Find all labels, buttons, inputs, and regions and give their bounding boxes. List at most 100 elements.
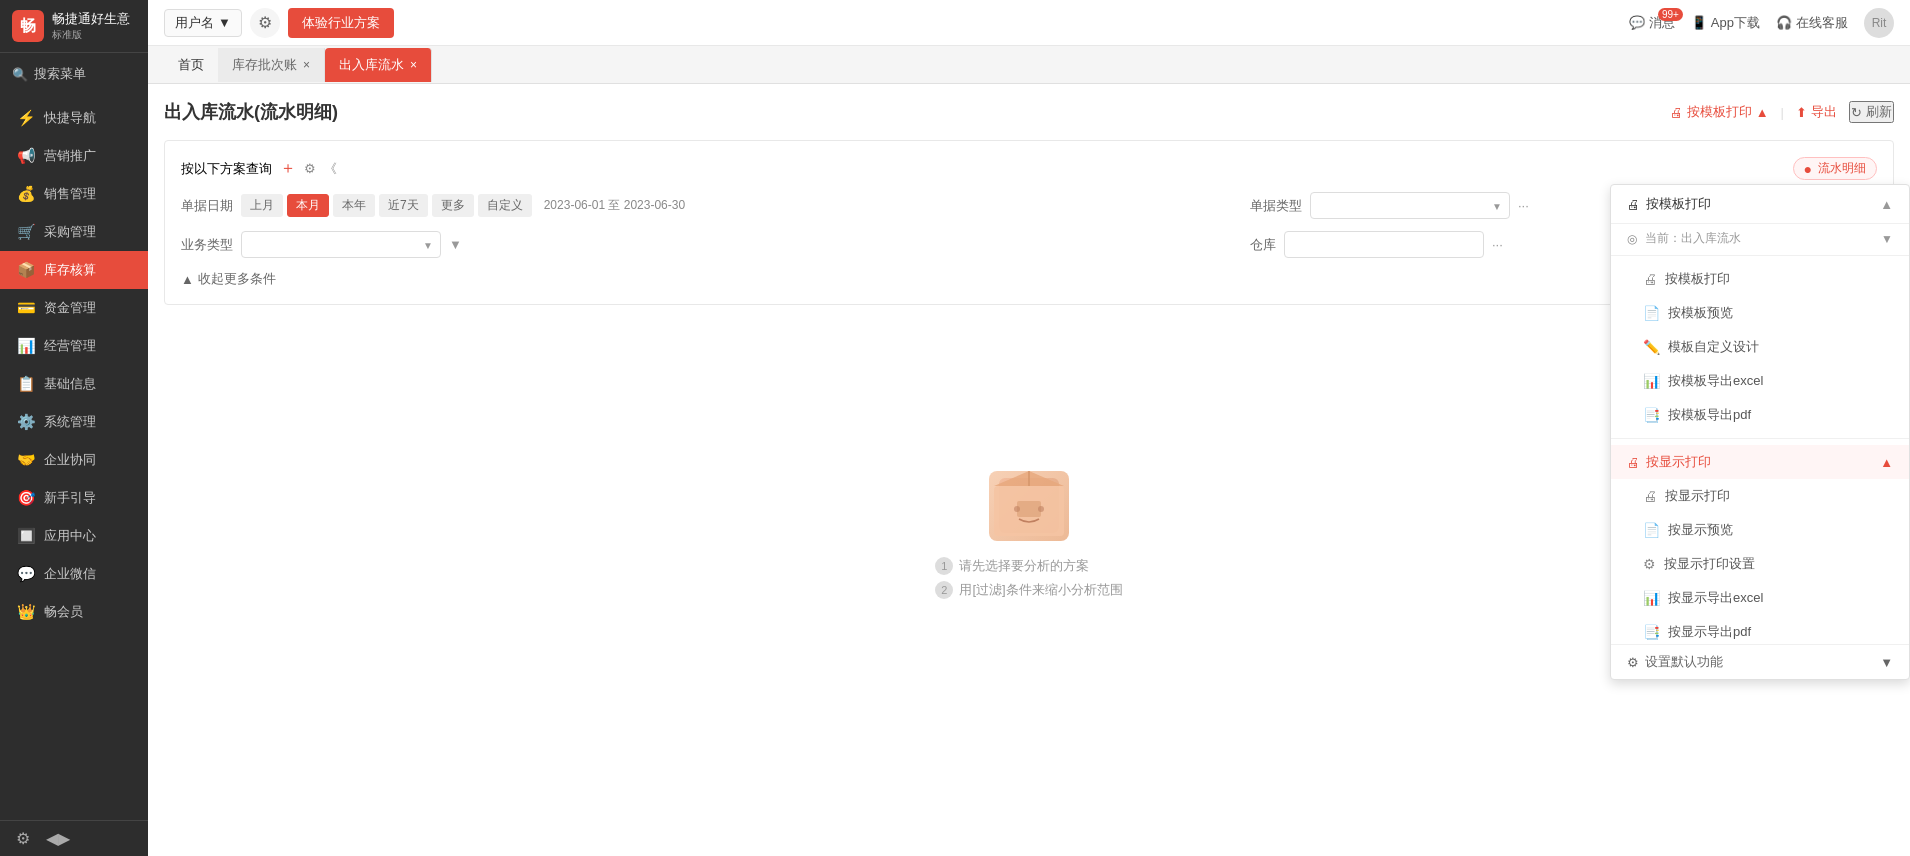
- sidebar-item-inventory[interactable]: 📦 库存核算: [0, 251, 148, 289]
- sidebar-item-quick-nav[interactable]: ⚡ 快捷导航: [0, 99, 148, 137]
- date-label: 单据日期: [181, 197, 233, 215]
- settings-gear-button[interactable]: ⚙: [250, 8, 280, 38]
- filter-tag[interactable]: ● 流水明细: [1793, 157, 1877, 180]
- dropdown-item-display-preview[interactable]: 📄 按显示预览: [1611, 513, 1909, 547]
- settings-bottom-icon[interactable]: ⚙: [16, 829, 30, 848]
- refresh-icon: ↻: [1851, 105, 1862, 120]
- tab-batch-close[interactable]: ×: [303, 58, 310, 72]
- sidebar-bottom: ⚙ ◀▶: [0, 820, 148, 856]
- display-settings-icon: ⚙: [1643, 556, 1656, 572]
- date-last-7days[interactable]: 近7天: [379, 194, 428, 217]
- dropdown-item-template-export-pdf[interactable]: 📑 按模板导出pdf: [1611, 398, 1909, 432]
- sidebar-item-purchase[interactable]: 🛒 采购管理: [0, 213, 148, 251]
- sales-icon: 💰: [16, 185, 36, 203]
- filter-tag-circle: ●: [1804, 161, 1812, 177]
- dropdown-item-template-export-excel[interactable]: 📊 按模板导出excel: [1611, 364, 1909, 398]
- header-left: 用户名 ▼ ⚙ 体验行业方案: [164, 8, 1617, 38]
- footer-arrow-icon: ▼: [1880, 655, 1893, 670]
- date-this-year[interactable]: 本年: [333, 194, 375, 217]
- main-area: 用户名 ▼ ⚙ 体验行业方案 💬 消息 99+ 📱 App下载 🎧 在线客服 R…: [148, 0, 1910, 856]
- export-button[interactable]: ⬆ 导出: [1796, 103, 1837, 121]
- doc-type-more-icon[interactable]: ···: [1518, 198, 1529, 213]
- dropdown-current-label: ◎ 当前：出入库流水 ▼: [1611, 224, 1909, 253]
- warehouse-more-icon[interactable]: ···: [1492, 237, 1503, 252]
- current-label-arrow: ▼: [1881, 232, 1893, 246]
- date-this-month[interactable]: 本月: [287, 194, 329, 217]
- date-custom[interactable]: 自定义: [478, 194, 532, 217]
- sidebar-item-wechat[interactable]: 💬 企业微信: [0, 555, 148, 593]
- tab-flow-close[interactable]: ×: [410, 58, 417, 72]
- page-title: 出入库流水(流水明细): [164, 100, 338, 124]
- inventory-icon: 📦: [16, 261, 36, 279]
- dropdown-item-display-excel[interactable]: 📊 按显示导出excel: [1611, 581, 1909, 615]
- date-more[interactable]: 更多: [432, 194, 474, 217]
- dropdown-footer[interactable]: ⚙ 设置默认功能 ▼: [1611, 644, 1909, 679]
- tab-batch[interactable]: 库存批次账 ×: [218, 48, 325, 82]
- dropdown-item-display-pdf[interactable]: 📑 按显示导出pdf: [1611, 615, 1909, 644]
- dropdown-item-display-print[interactable]: 🖨 按显示打印: [1611, 479, 1909, 513]
- sidebar: 畅 畅捷通好生意 标准版 🔍 搜索菜单 ⚡ 快捷导航 📢 营销推广 💰 销售管理…: [0, 0, 148, 856]
- sidebar-item-basic[interactable]: 📋 基础信息: [0, 365, 148, 403]
- customer-service-button[interactable]: 🎧 在线客服: [1776, 14, 1848, 32]
- dropdown-section-template: 🖨 按模板打印 📄 按模板预览 ✏️ 模板自定义设计 📊: [1611, 258, 1909, 436]
- sidebar-search-area[interactable]: 🔍 搜索菜单: [0, 53, 148, 95]
- phone-icon: 📱: [1691, 15, 1707, 30]
- dropdown-item-template-preview[interactable]: 📄 按模板预览: [1611, 296, 1909, 330]
- operation-icon: 📊: [16, 337, 36, 355]
- print-template-button[interactable]: 🖨 按模板打印 ▲: [1670, 103, 1769, 121]
- sidebar-item-sales[interactable]: 💰 销售管理: [0, 175, 148, 213]
- quick-nav-icon: ⚡: [16, 109, 36, 127]
- business-type-group: 业务类型 ▼: [181, 231, 1226, 258]
- tab-home[interactable]: 首页: [164, 48, 218, 82]
- doc-type-select-wrapper: [1310, 192, 1510, 219]
- empty-step-1: 1 请先选择要分析的方案: [935, 557, 1122, 575]
- dropdown-item-display-settings[interactable]: ⚙ 按显示打印设置: [1611, 547, 1909, 581]
- filter-collapse-icon[interactable]: 《: [324, 160, 337, 178]
- display-preview-icon: 📄: [1643, 522, 1660, 538]
- app-download-button[interactable]: 📱 App下载: [1691, 14, 1760, 32]
- dropdown-item-template-custom[interactable]: ✏️ 模板自定义设计: [1611, 330, 1909, 364]
- filter-gear-icon[interactable]: ⚙: [304, 161, 316, 176]
- display-section-collapse-icon[interactable]: ▲: [1880, 455, 1893, 470]
- sidebar-item-marketing[interactable]: 📢 营销推广: [0, 137, 148, 175]
- date-last-month[interactable]: 上月: [241, 194, 283, 217]
- guide-icon: 🎯: [16, 489, 36, 507]
- sidebar-item-member[interactable]: 👑 畅会员: [0, 593, 148, 631]
- sidebar-item-appstore[interactable]: 🔲 应用中心: [0, 517, 148, 555]
- current-label-icon: ◎: [1627, 232, 1637, 246]
- sidebar-item-operation[interactable]: 📊 经营管理: [0, 327, 148, 365]
- print-icon: 🖨: [1670, 105, 1683, 120]
- sidebar-item-guide[interactable]: 🎯 新手引导: [0, 479, 148, 517]
- user-selector[interactable]: 用户名 ▼: [164, 9, 242, 37]
- sidebar-item-finance[interactable]: 💳 资金管理: [0, 289, 148, 327]
- user-avatar[interactable]: Rit: [1864, 8, 1894, 38]
- template-custom-icon: ✏️: [1643, 339, 1660, 355]
- sidebar-item-system[interactable]: ⚙️ 系统管理: [0, 403, 148, 441]
- display-print-section-header[interactable]: 🖨 按显示打印 ▲: [1611, 445, 1909, 479]
- template-excel-icon: 📊: [1643, 373, 1660, 389]
- page-header: 出入库流水(流水明细) 🖨 按模板打印 ▲ | ⬆ 导出 ↻ 刷新: [164, 100, 1894, 124]
- collab-icon: 🤝: [16, 451, 36, 469]
- logo-text: 畅捷通好生意 标准版: [52, 11, 130, 41]
- footer-settings-icon: ⚙: [1627, 655, 1639, 670]
- search-menu-button[interactable]: 🔍 搜索菜单: [12, 61, 136, 87]
- warehouse-label: 仓库: [1250, 236, 1276, 254]
- purchase-icon: 🛒: [16, 223, 36, 241]
- industry-solution-button[interactable]: 体验行业方案: [288, 8, 394, 38]
- message-button[interactable]: 💬 消息 99+: [1629, 14, 1675, 32]
- business-type-select[interactable]: [241, 231, 441, 258]
- dropdown-item-template-print[interactable]: 🖨 按模板打印: [1611, 262, 1909, 296]
- doc-type-select[interactable]: [1310, 192, 1510, 219]
- collapse-sidebar-icon[interactable]: ◀▶: [46, 829, 70, 848]
- dropdown-arrow-icon: ▼: [218, 15, 231, 30]
- headset-icon: 🎧: [1776, 15, 1792, 30]
- filter-add-button[interactable]: ＋: [280, 158, 296, 179]
- template-print-icon: 🖨: [1643, 271, 1657, 287]
- tab-flow[interactable]: 出入库流水 ×: [325, 48, 432, 82]
- dropdown-section-display: 🖨 按显示打印 ▲ 🖨 按显示打印 📄 按显示预览: [1611, 441, 1909, 644]
- refresh-button[interactable]: ↻ 刷新: [1849, 101, 1894, 123]
- empty-step-2: 2 用[过滤]条件来缩小分析范围: [935, 581, 1122, 599]
- warehouse-input[interactable]: [1284, 231, 1484, 258]
- dropdown-scroll-up-icon[interactable]: ▲: [1880, 197, 1893, 212]
- sidebar-item-collab[interactable]: 🤝 企业协同: [0, 441, 148, 479]
